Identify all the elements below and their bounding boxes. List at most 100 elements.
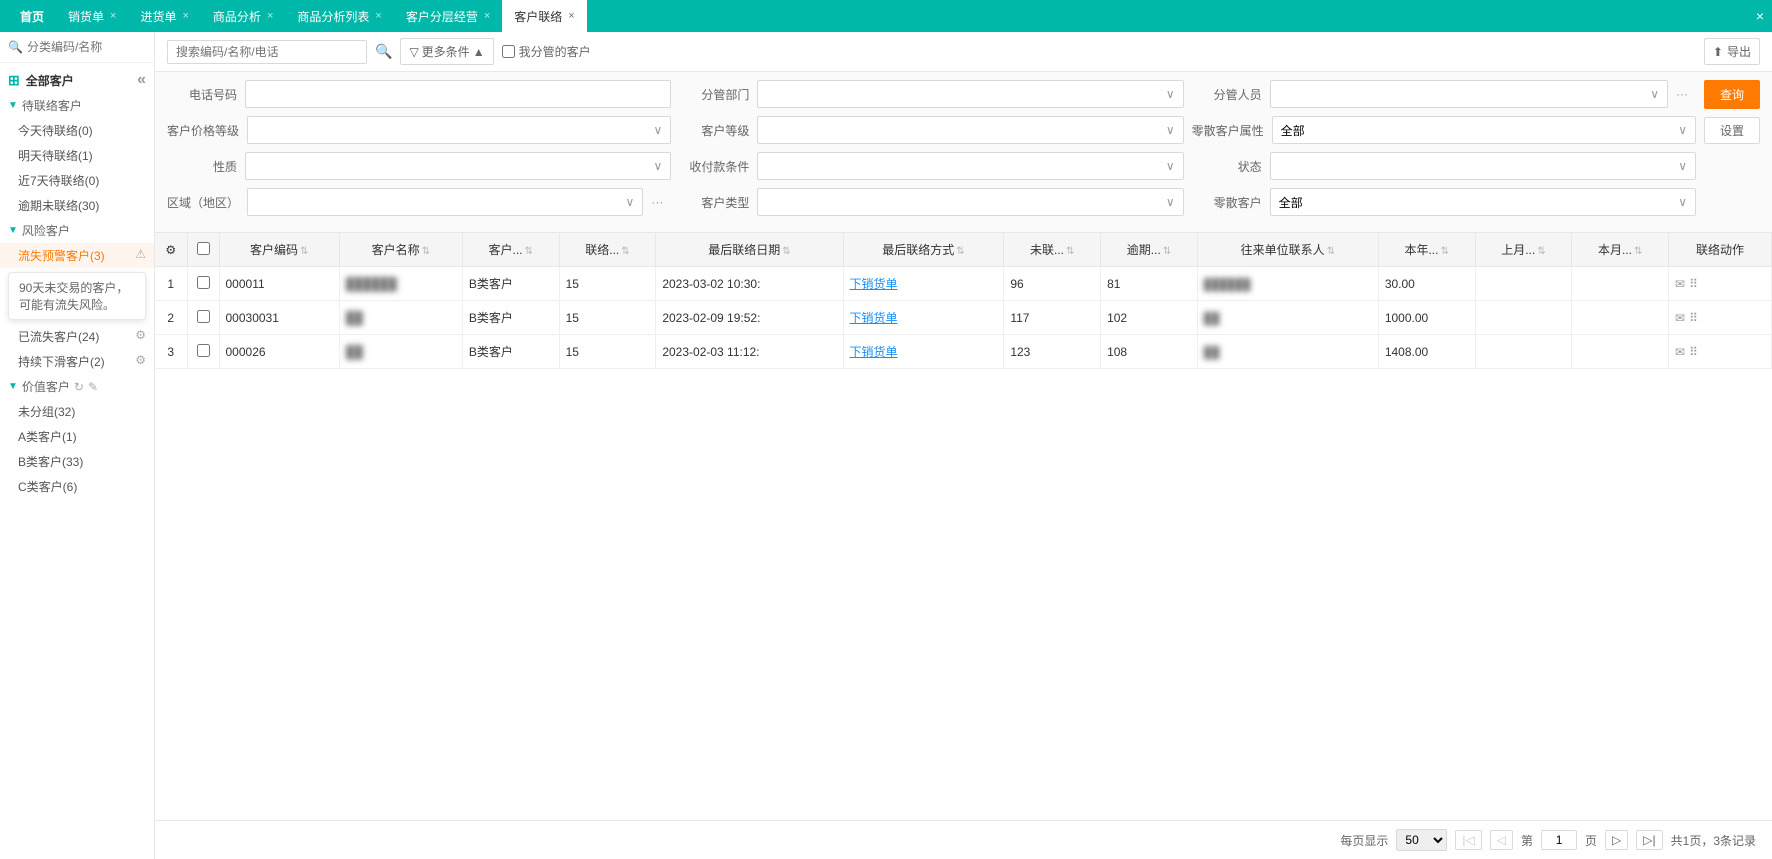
risk-section-title[interactable]: ▼ 风险客户 bbox=[0, 218, 154, 243]
sidebar-item-tomorrow-pending[interactable]: 明天待联络(1) bbox=[0, 143, 154, 168]
last-page-btn[interactable]: ▷| bbox=[1636, 830, 1662, 850]
my-customers-checkbox[interactable]: 我分管的客户 bbox=[502, 43, 591, 60]
sidebar-collapse-btn[interactable]: « bbox=[137, 71, 146, 89]
close-sales-tab[interactable]: × bbox=[110, 10, 116, 22]
select-all-checkbox[interactable] bbox=[197, 242, 210, 255]
window-close-button[interactable]: × bbox=[1756, 8, 1764, 24]
filter-customer-type-label: 客户类型 bbox=[679, 194, 749, 211]
customer-level-arrow-icon: ∨ bbox=[1166, 123, 1175, 137]
tab-analysis-list[interactable]: 商品分析列表 × bbox=[285, 0, 393, 32]
table-header-checkbox[interactable] bbox=[187, 233, 219, 267]
sidebar-item-today-pending[interactable]: 今天待联络(0) bbox=[0, 118, 154, 143]
row-last-method-2[interactable]: 下销货单 bbox=[843, 301, 1004, 335]
last-date-sort-icon[interactable]: ⇅ bbox=[782, 246, 790, 257]
tab-home[interactable]: 首页 bbox=[8, 0, 56, 32]
contact-sort-icon[interactable]: ⇅ bbox=[621, 246, 629, 257]
valued-add-icon[interactable]: ✎ bbox=[88, 380, 98, 394]
filter-retail-select[interactable]: 全部 ∨ bbox=[1270, 188, 1696, 216]
next-page-btn[interactable]: ▷ bbox=[1605, 830, 1628, 850]
code-sort-icon[interactable]: ⇅ bbox=[300, 246, 308, 257]
filter-region-select[interactable]: ∨ bbox=[247, 188, 643, 216]
prev-page-btn[interactable]: ◁ bbox=[1490, 830, 1513, 850]
overdue-sort-icon[interactable]: ⇅ bbox=[1163, 246, 1171, 257]
row-action-2[interactable]: ✉ ⠿ bbox=[1669, 301, 1772, 335]
filter-manager-select[interactable]: ∨ bbox=[1270, 80, 1668, 108]
my-customers-check[interactable] bbox=[502, 45, 515, 58]
row-unit-contact-3: ██ bbox=[1197, 335, 1378, 369]
action-more-icon-2[interactable]: ⠿ bbox=[1689, 311, 1698, 325]
current-page-input[interactable] bbox=[1541, 830, 1577, 850]
tab-customer-contact[interactable]: 客户联络 × bbox=[502, 0, 586, 32]
valued-edit-icon[interactable]: ↻ bbox=[74, 380, 84, 394]
type-sort-icon[interactable]: ⇅ bbox=[525, 246, 533, 257]
last-month-sort-icon[interactable]: ⇅ bbox=[1537, 246, 1545, 257]
filter-search-input[interactable] bbox=[167, 40, 367, 64]
filter-customer-level-select[interactable]: ∨ bbox=[757, 116, 1183, 144]
manager-more-btn[interactable]: ··· bbox=[1668, 87, 1696, 101]
filter-nature-select[interactable]: ∨ bbox=[245, 152, 671, 180]
filter-payment-select[interactable]: ∨ bbox=[757, 152, 1183, 180]
row-checkbox-1[interactable] bbox=[187, 267, 219, 301]
close-analysis-list-tab[interactable]: × bbox=[375, 10, 381, 22]
row-overdue-1: 81 bbox=[1101, 267, 1198, 301]
export-button[interactable]: ⬆ 导出 bbox=[1704, 38, 1760, 65]
sidebar-search-input[interactable] bbox=[27, 40, 155, 54]
settings-button[interactable]: 设置 bbox=[1704, 117, 1760, 144]
unit-contact-sort-icon[interactable]: ⇅ bbox=[1327, 246, 1335, 257]
row-last-date-1: 2023-03-02 10:30: bbox=[656, 267, 843, 301]
name-sort-icon[interactable]: ⇅ bbox=[422, 246, 430, 257]
tab-analysis[interactable]: 商品分析 × bbox=[201, 0, 285, 32]
not-contacted-sort-icon[interactable]: ⇅ bbox=[1066, 246, 1074, 257]
first-page-btn[interactable]: |◁ bbox=[1455, 830, 1481, 850]
row-last-method-3[interactable]: 下销货单 bbox=[843, 335, 1004, 369]
close-purchase-tab[interactable]: × bbox=[182, 10, 188, 22]
tab-customer-tier[interactable]: 客户分层经营 × bbox=[394, 0, 502, 32]
last-method-sort-icon[interactable]: ⇅ bbox=[956, 246, 964, 257]
churn-warning-icons: ⚠ bbox=[135, 247, 146, 261]
table-header-unit-contact: 往来单位联系人⇅ bbox=[1197, 233, 1378, 267]
sidebar-item-class-b[interactable]: B类客户(33) bbox=[0, 449, 154, 474]
filter-phone-input[interactable] bbox=[245, 80, 671, 108]
sidebar-item-7day-pending[interactable]: 近7天待联络(0) bbox=[0, 168, 154, 193]
sidebar-item-ungrouped[interactable]: 未分组(32) bbox=[0, 399, 154, 424]
table-settings-icon[interactable]: ⚙ bbox=[155, 233, 187, 267]
sidebar-item-class-a[interactable]: A类客户(1) bbox=[0, 424, 154, 449]
row-action-1[interactable]: ✉ ⠿ bbox=[1669, 267, 1772, 301]
close-analysis-tab[interactable]: × bbox=[267, 10, 273, 22]
sidebar-item-class-c[interactable]: C类客户(6) bbox=[0, 474, 154, 499]
more-conditions-button[interactable]: ▽ 更多条件 ▲ bbox=[400, 38, 493, 65]
tab-sales[interactable]: 销货单 × bbox=[56, 0, 128, 32]
page-size-select[interactable]: 50 100 200 bbox=[1396, 829, 1447, 851]
filter-phone-label: 电话号码 bbox=[167, 86, 237, 103]
row-action-3[interactable]: ✉ ⠿ bbox=[1669, 335, 1772, 369]
sidebar-search-icon: 🔍 bbox=[8, 40, 23, 54]
filter-retail-attr-select[interactable]: 全部 ∨ bbox=[1272, 116, 1696, 144]
search-button[interactable]: 查询 bbox=[1704, 80, 1760, 109]
sidebar-item-overdue[interactable]: 逾期未联络(30) bbox=[0, 193, 154, 218]
pending-section-title[interactable]: ▼ 待联络客户 bbox=[0, 93, 154, 118]
filter-customer-type-select[interactable]: ∨ bbox=[757, 188, 1183, 216]
filter-status-select[interactable]: ∨ bbox=[1270, 152, 1696, 180]
sidebar-item-churn-warning[interactable]: 流失预警客户(3) ⚠ bbox=[0, 243, 154, 268]
action-message-icon-1[interactable]: ✉ bbox=[1675, 277, 1685, 291]
action-message-icon-3[interactable]: ✉ bbox=[1675, 345, 1685, 359]
filter-dept-select[interactable]: ∨ bbox=[757, 80, 1183, 108]
action-message-icon-2[interactable]: ✉ bbox=[1675, 311, 1685, 325]
filter-price-level-select[interactable]: ∨ bbox=[247, 116, 671, 144]
this-year-sort-icon[interactable]: ⇅ bbox=[1440, 246, 1448, 257]
sidebar-item-declining[interactable]: 持续下滑客户(2) ⚙ bbox=[0, 349, 154, 374]
region-more-btn[interactable]: ··· bbox=[643, 195, 671, 209]
this-month-sort-icon[interactable]: ⇅ bbox=[1634, 246, 1642, 257]
action-more-icon-1[interactable]: ⠿ bbox=[1689, 277, 1698, 291]
row-contact-1: 15 bbox=[559, 267, 656, 301]
row-last-method-1[interactable]: 下销货单 bbox=[843, 267, 1004, 301]
filter-search-button[interactable]: 🔍 bbox=[375, 43, 392, 60]
row-checkbox-3[interactable] bbox=[187, 335, 219, 369]
tab-purchase[interactable]: 进货单 × bbox=[128, 0, 200, 32]
close-customer-tier-tab[interactable]: × bbox=[484, 10, 490, 22]
sidebar-item-churned[interactable]: 已流失客户(24) ⚙ bbox=[0, 324, 154, 349]
action-more-icon-3[interactable]: ⠿ bbox=[1689, 345, 1698, 359]
close-customer-contact-tab[interactable]: × bbox=[568, 10, 574, 22]
valued-section-title[interactable]: ▼ 价值客户 ↻ ✎ bbox=[0, 374, 154, 399]
row-checkbox-2[interactable] bbox=[187, 301, 219, 335]
